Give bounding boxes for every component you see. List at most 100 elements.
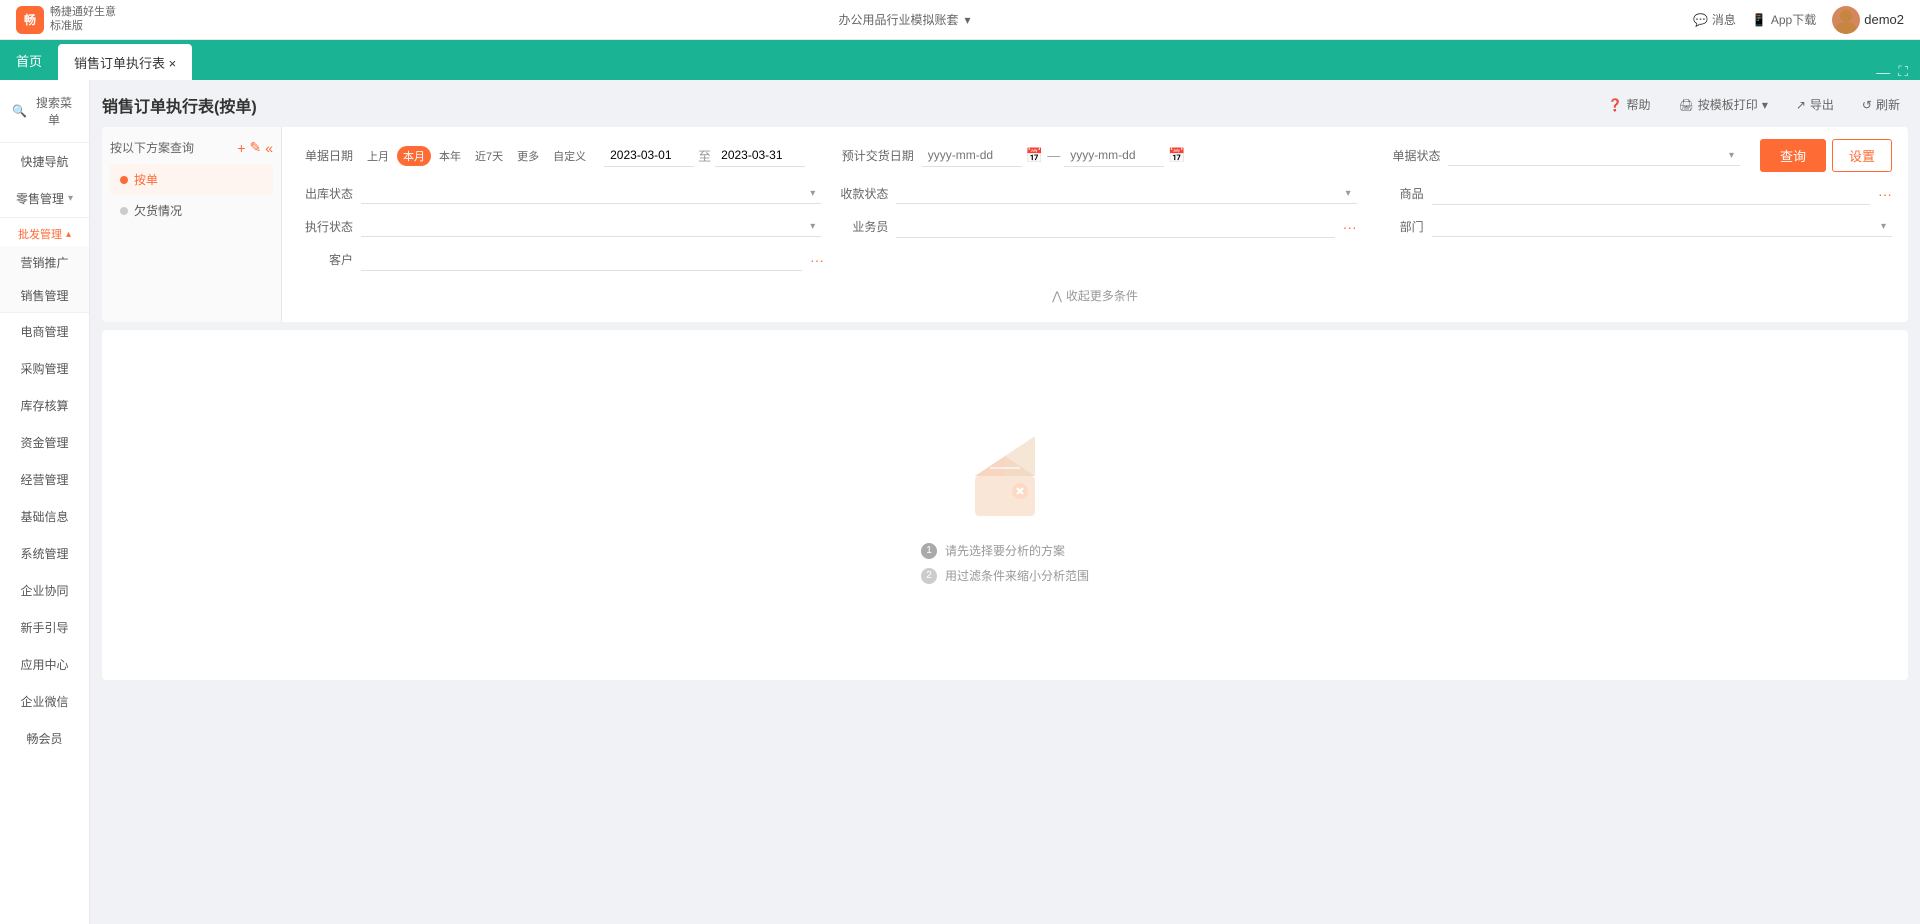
print-arrow-icon: ▾ [1762, 98, 1768, 112]
empty-box-icon [955, 426, 1055, 526]
sidebar-item-sales[interactable]: 销售管理 [0, 279, 89, 312]
breadcrumb[interactable]: 办公用品行业模拟账套 ▾ [838, 11, 970, 28]
department-chevron-icon: ▾ [1881, 221, 1886, 232]
help-button[interactable]: ❓ 帮助 [1600, 92, 1659, 117]
expected-date-range: 📅 — 📅 [922, 144, 1374, 167]
expected-date-label: 预计交货日期 [842, 147, 914, 164]
product-more-icon[interactable]: ··· [1878, 186, 1892, 202]
status-select[interactable]: ▾ [1448, 146, 1740, 166]
product-input[interactable] [1432, 182, 1870, 205]
collapse-scheme-icon[interactable]: « [265, 140, 273, 156]
payment-label: 收款状态 [833, 185, 888, 202]
execution-select[interactable]: ▾ [361, 217, 821, 237]
breadcrumb-arrow-icon: ▾ [964, 13, 970, 27]
logo-icon: 畅 [16, 6, 44, 34]
search-button[interactable]: 查询 [1760, 139, 1826, 172]
sidebar-item-purchase[interactable]: 采购管理 [0, 350, 89, 387]
message-button[interactable]: 💬 消息 [1693, 11, 1736, 28]
chevron-up-icon: ▴ [66, 229, 71, 240]
sidebar-item-member[interactable]: 畅会员 [0, 720, 89, 757]
search-menu-button[interactable]: 🔍 搜索菜单 [8, 90, 81, 132]
payment-chevron-icon: ▾ [1346, 188, 1351, 199]
filter-scheme-panel: 按以下方案查询 + ✎ « 按单 欠货情况 [102, 127, 282, 322]
payment-select[interactable]: ▾ [896, 184, 1356, 204]
page-actions: ❓ 帮助 🖨 按模板打印 ▾ ↗ 导出 ↺ 刷新 [1600, 92, 1908, 117]
sales-rep-input[interactable] [896, 215, 1334, 238]
export-button[interactable]: ↗ 导出 [1788, 92, 1842, 117]
filter-row-1: 单据日期 上月 本月 本年 近7天 更多 自定义 至 [298, 139, 1892, 172]
date-field-group: 单据日期 上月 本月 本年 近7天 更多 自定义 至 [298, 144, 830, 167]
sidebar-section-retail: 零售管理 ▾ [0, 180, 89, 218]
sidebar-item-quick-nav[interactable]: 快捷导航 [0, 143, 89, 180]
date-tabs: 上月 本月 本年 近7天 更多 自定义 [361, 146, 592, 166]
sidebar-item-operations[interactable]: 经营管理 [0, 461, 89, 498]
date-tab-last-month[interactable]: 上月 [361, 146, 395, 166]
scheme-item-shortage[interactable]: 欠货情况 [110, 195, 273, 226]
product-label: 商品 [1369, 185, 1424, 202]
search-icon: 🔍 [12, 104, 27, 118]
page-title-bar: 销售订单执行表(按单) ❓ 帮助 🖨 按模板打印 ▾ ↗ 导出 [102, 92, 1908, 117]
date-from-input[interactable] [604, 144, 694, 167]
expected-date-to-input[interactable] [1064, 144, 1164, 167]
calendar-from-icon[interactable]: 📅 [1026, 147, 1043, 164]
sidebar-item-wechat[interactable]: 企业微信 [0, 683, 89, 720]
execution-field-group: 执行状态 ▾ [298, 217, 821, 237]
sidebar-item-system[interactable]: 系统管理 [0, 535, 89, 572]
minimize-icon[interactable]: — [1876, 64, 1890, 80]
sidebar-item-finance[interactable]: 资金管理 [0, 424, 89, 461]
edit-scheme-icon[interactable]: ✎ [249, 139, 261, 156]
export-icon: ↗ [1796, 98, 1806, 112]
calendar-to-icon[interactable]: 📅 [1168, 147, 1185, 164]
tab-home[interactable]: 首页 [0, 40, 58, 80]
action-buttons: 查询 设置 [1760, 139, 1892, 172]
filter-left-actions: + ✎ « [237, 139, 273, 156]
refresh-button[interactable]: ↺ 刷新 [1854, 92, 1908, 117]
date-tab-more[interactable]: 更多 [511, 146, 545, 166]
outbound-select[interactable]: ▾ [361, 184, 821, 204]
add-scheme-icon[interactable]: + [237, 140, 245, 156]
main-layout: 🔍 搜索菜单 快捷导航 零售管理 ▾ 批发管理 ▴ 营销推广 销售管理 电商管理… [0, 80, 1920, 924]
customer-input[interactable] [361, 248, 802, 271]
sales-rep-more-icon[interactable]: ··· [1343, 219, 1357, 235]
date-tab-custom[interactable]: 自定义 [547, 146, 592, 166]
product-field-group: 商品 ··· [1369, 182, 1892, 205]
page-content: 销售订单执行表(按单) ❓ 帮助 🖨 按模板打印 ▾ ↗ 导出 [90, 80, 1920, 924]
tab-bar: 首页 销售订单执行表 × — ⛶ [0, 40, 1920, 80]
sidebar-item-apps[interactable]: 应用中心 [0, 646, 89, 683]
tip-num-1: 1 [921, 543, 937, 559]
scheme-item-by-order[interactable]: 按单 [110, 164, 273, 195]
print-icon: 🖨 [1679, 98, 1694, 112]
sidebar-item-inventory[interactable]: 库存核算 [0, 387, 89, 424]
sidebar-item-ecommerce[interactable]: 电商管理 [0, 313, 89, 350]
settings-button[interactable]: 设置 [1832, 139, 1892, 172]
sidebar-item-enterprise[interactable]: 企业协同 [0, 572, 89, 609]
logo-area: 畅 畅捷通好生意 标准版 [16, 6, 116, 34]
date-to-input[interactable] [715, 144, 805, 167]
department-label: 部门 [1369, 218, 1424, 235]
status-label: 单据状态 [1385, 147, 1440, 164]
sidebar-item-wholesale[interactable]: 批发管理 ▴ [0, 218, 89, 246]
date-tab-this-year[interactable]: 本年 [433, 146, 467, 166]
sidebar-item-guide[interactable]: 新手引导 [0, 609, 89, 646]
print-button[interactable]: 🖨 按模板打印 ▾ [1671, 92, 1776, 117]
filter-scheme-title: 按以下方案查询 + ✎ « [110, 139, 273, 156]
department-select[interactable]: ▾ [1432, 217, 1892, 237]
maximize-icon[interactable]: ⛶ [1898, 63, 1908, 80]
date-tab-7days[interactable]: 近7天 [469, 146, 509, 166]
date-tab-this-month[interactable]: 本月 [397, 146, 431, 166]
sidebar-item-retail[interactable]: 零售管理 ▾ [0, 180, 89, 217]
tab-sales-execution[interactable]: 销售订单执行表 × [58, 44, 192, 80]
outbound-label: 出库状态 [298, 185, 353, 202]
sidebar-item-marketing[interactable]: 营销推广 [0, 246, 89, 279]
sidebar-item-basic[interactable]: 基础信息 [0, 498, 89, 535]
help-icon: ❓ [1608, 98, 1623, 112]
expected-date-from-input[interactable] [922, 144, 1022, 167]
collapse-more-button[interactable]: ⋀ 收起更多条件 [298, 281, 1892, 310]
inactive-scheme-dot [120, 207, 128, 215]
quick-nav-label: 快捷导航 [20, 153, 68, 170]
user-area[interactable]: demo2 [1832, 6, 1904, 34]
expected-date-separator: — [1047, 148, 1060, 163]
app-download-button[interactable]: 📱 App下载 [1752, 11, 1816, 28]
filter-fields-panel: 单据日期 上月 本月 本年 近7天 更多 自定义 至 [282, 127, 1908, 322]
customer-more-icon[interactable]: ··· [810, 252, 824, 268]
